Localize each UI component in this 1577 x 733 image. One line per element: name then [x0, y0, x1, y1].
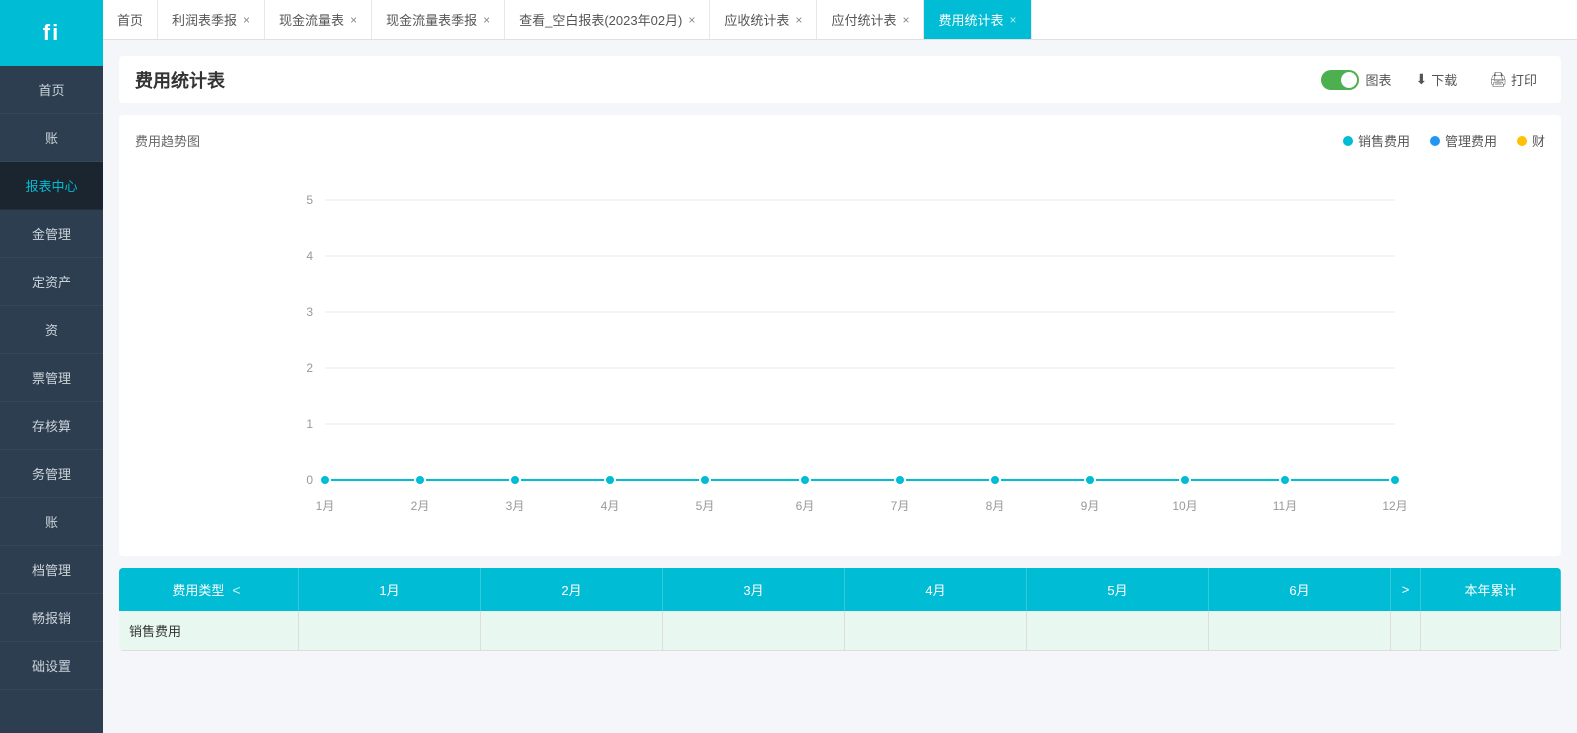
sidebar-item-ledger2[interactable]: 账 [0, 498, 103, 546]
cell-m1 [299, 611, 481, 650]
sidebar-item-expense[interactable]: 畅报销 [0, 594, 103, 642]
tab-cashflow[interactable]: 现金流量表 × [265, 0, 372, 39]
col-m4: 4月 [845, 568, 1027, 611]
trend-chart: 5 4 3 2 1 0 [135, 160, 1545, 540]
cell-m3 [663, 611, 845, 650]
tab-receivable[interactable]: 应收统计表 × [710, 0, 817, 39]
tab-close-blank[interactable]: × [688, 13, 695, 27]
tab-blank-report[interactable]: 查看_空白报表(2023年02月) × [505, 0, 710, 39]
sidebar-item-archive[interactable]: 档管理 [0, 546, 103, 594]
chart-svg-wrapper: 5 4 3 2 1 0 [135, 160, 1545, 540]
tab-close-cashflow-q[interactable]: × [483, 13, 490, 27]
cell-m5 [1027, 611, 1209, 650]
svg-text:4月: 4月 [601, 499, 620, 513]
cell-m6 [1209, 611, 1391, 650]
legend-label-admin: 管理费用 [1445, 131, 1497, 150]
tab-close-receivable[interactable]: × [795, 13, 802, 27]
main-content: 首页 利润表季报 × 现金流量表 × 现金流量表季报 × 查看_空白报表(202… [103, 0, 1577, 733]
svg-text:7月: 7月 [891, 499, 910, 513]
tab-close-cashflow[interactable]: × [350, 13, 357, 27]
chart-legend: 销售费用 管理费用 财 [1343, 131, 1545, 150]
tab-close-expense[interactable]: × [1009, 13, 1016, 27]
svg-text:5: 5 [306, 193, 313, 207]
prev-months-btn[interactable]: < [228, 582, 244, 598]
legend-label-finance: 财 [1532, 131, 1545, 150]
chart-header: 费用趋势图 销售费用 管理费用 财 [135, 131, 1545, 150]
sidebar-item-fixed-assets[interactable]: 定资产 [0, 258, 103, 306]
next-months-btn[interactable]: > [1391, 568, 1421, 611]
legend-dot-sales [1343, 136, 1353, 146]
svg-text:1月: 1月 [316, 499, 335, 513]
legend-dot-admin [1430, 136, 1440, 146]
print-button[interactable]: 🖨 打印 [1481, 66, 1545, 93]
tab-close-profit[interactable]: × [243, 13, 250, 27]
sidebar-logo: fi [0, 0, 103, 66]
col-m3: 3月 [663, 568, 845, 611]
svg-text:12月: 12月 [1382, 499, 1407, 513]
legend-dot-finance [1517, 136, 1527, 146]
svg-text:11月: 11月 [1273, 499, 1297, 513]
sidebar-item-inventory[interactable]: 存核算 [0, 402, 103, 450]
svg-text:2月: 2月 [411, 499, 430, 513]
svg-text:3: 3 [306, 305, 313, 319]
chart-container: 费用趋势图 销售费用 管理费用 财 [119, 115, 1561, 556]
sidebar: fi 首页 账 报表中心 金管理 定资产 资 票管理 存核算 务管理 账 档管理… [0, 0, 103, 733]
svg-text:9月: 9月 [1081, 499, 1100, 513]
download-icon: ⬇ [1415, 71, 1427, 88]
tab-close-payable[interactable]: × [902, 13, 909, 27]
table-header: 费用类型 < 1月 2月 3月 4月 5月 [119, 568, 1561, 611]
tab-profit-quarterly[interactable]: 利润表季报 × [158, 0, 265, 39]
sidebar-item-fund[interactable]: 金管理 [0, 210, 103, 258]
tab-home[interactable]: 首页 [103, 0, 158, 39]
svg-text:2: 2 [306, 361, 313, 375]
sidebar-item-ticket[interactable]: 票管理 [0, 354, 103, 402]
sidebar-item-reports[interactable]: 报表中心 [0, 162, 103, 210]
chart-toggle-wrap[interactable]: 图表 [1321, 70, 1391, 90]
col-summary: 本年累计 [1421, 568, 1561, 611]
cell-m2 [481, 611, 663, 650]
svg-text:10月: 10月 [1172, 499, 1197, 513]
content-area: 费用统计表 图表 ⬇ 下载 🖨 打印 费用趋势图 [103, 40, 1577, 733]
svg-text:5月: 5月 [696, 499, 715, 513]
tab-cashflow-quarterly[interactable]: 现金流量表季报 × [372, 0, 505, 39]
legend-sales: 销售费用 [1343, 131, 1410, 150]
page-title: 费用统计表 [135, 67, 225, 93]
header-actions: 图表 ⬇ 下载 🖨 打印 [1321, 66, 1545, 93]
svg-text:0: 0 [306, 473, 313, 487]
legend-admin: 管理费用 [1430, 131, 1497, 150]
chart-title: 费用趋势图 [135, 131, 200, 150]
chart-toggle[interactable] [1321, 70, 1359, 90]
chart-toggle-label: 图表 [1365, 70, 1391, 89]
svg-text:8月: 8月 [986, 499, 1005, 513]
legend-finance: 财 [1517, 131, 1545, 150]
tab-expense-stats[interactable]: 费用统计表 × [924, 0, 1031, 39]
svg-text:3月: 3月 [506, 499, 525, 513]
sidebar-item-capital[interactable]: 资 [0, 306, 103, 354]
data-table: 费用类型 < 1月 2月 3月 4月 5月 [119, 568, 1561, 651]
cell-nav [1391, 611, 1421, 650]
download-button[interactable]: ⬇ 下载 [1407, 66, 1465, 93]
col-m1: 1月 [299, 568, 481, 611]
cell-m4 [845, 611, 1027, 650]
svg-text:6月: 6月 [796, 499, 815, 513]
sidebar-item-service[interactable]: 务管理 [0, 450, 103, 498]
table-row: 销售费用 [119, 611, 1561, 651]
cell-type: 销售费用 [119, 611, 299, 650]
sidebar-item-ledger[interactable]: 账 [0, 114, 103, 162]
cell-summary [1421, 611, 1561, 650]
col-m5: 5月 [1027, 568, 1209, 611]
tab-bar: 首页 利润表季报 × 现金流量表 × 现金流量表季报 × 查看_空白报表(202… [103, 0, 1577, 40]
page-header: 费用统计表 图表 ⬇ 下载 🖨 打印 [119, 56, 1561, 103]
svg-text:4: 4 [306, 249, 313, 263]
col-m6: 6月 [1209, 568, 1391, 611]
svg-text:1: 1 [306, 417, 313, 431]
legend-label-sales: 销售费用 [1358, 131, 1410, 150]
sidebar-item-home[interactable]: 首页 [0, 66, 103, 114]
tab-payable[interactable]: 应付统计表 × [817, 0, 924, 39]
sidebar-item-settings[interactable]: 础设置 [0, 642, 103, 690]
col-m2: 2月 [481, 568, 663, 611]
col-type: 费用类型 < [119, 568, 299, 611]
print-icon: 🖨 [1489, 71, 1507, 88]
